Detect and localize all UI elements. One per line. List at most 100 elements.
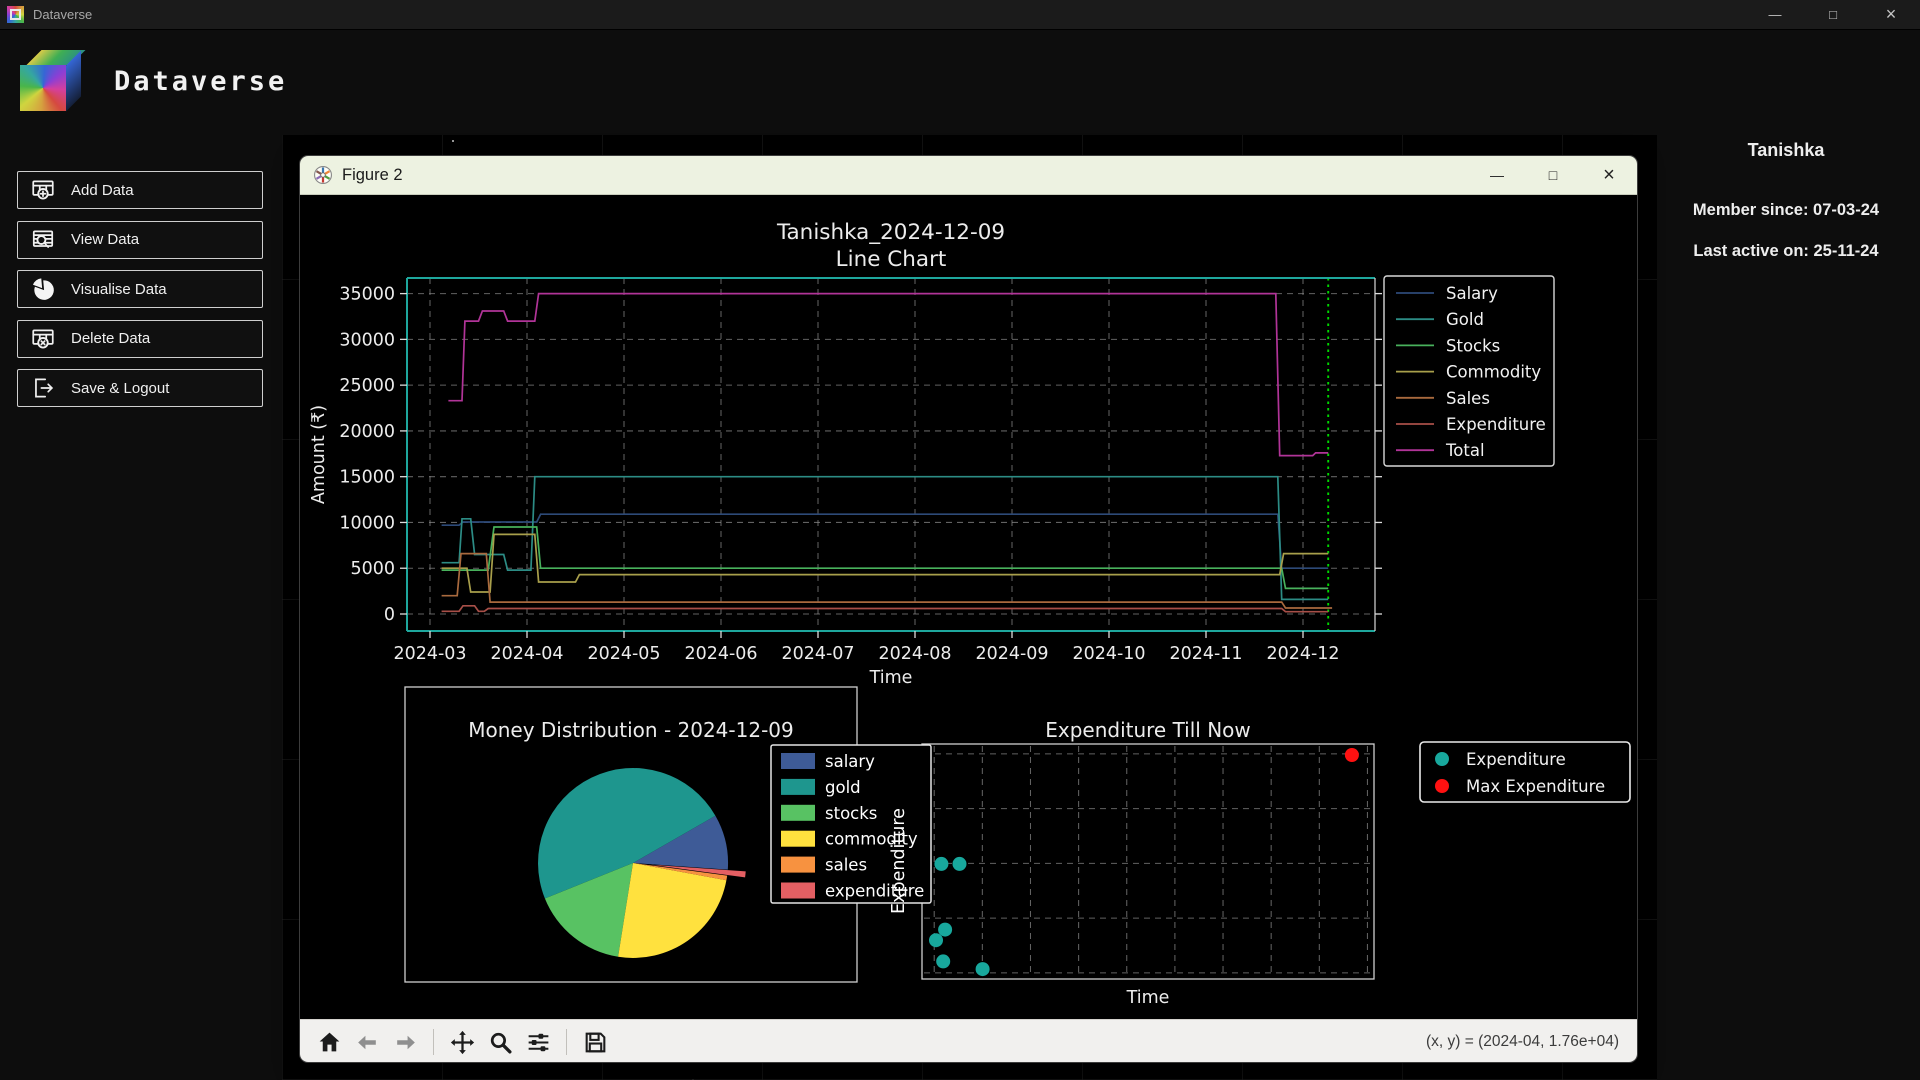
series-total bbox=[448, 294, 1328, 456]
save-logout-icon bbox=[30, 375, 56, 401]
os-maximize-button[interactable]: □ bbox=[1804, 0, 1862, 29]
y-tick-label: 5000 bbox=[350, 559, 395, 579]
figure-minimize-button[interactable]: — bbox=[1469, 156, 1525, 194]
y-tick-label: 35000 bbox=[339, 285, 395, 305]
scatter-point-expenditure bbox=[938, 923, 952, 937]
sidebar: Add Data View Data Visualise Data Delete Da… bbox=[17, 171, 263, 419]
sidebar-item-label: Delete Data bbox=[71, 330, 150, 347]
svg-text:gold: gold bbox=[825, 778, 861, 797]
os-close-button[interactable]: × bbox=[1862, 0, 1920, 29]
toolbar-zoom-button[interactable] bbox=[483, 1025, 517, 1059]
y-tick-label: 15000 bbox=[339, 468, 395, 488]
matplotlib-icon bbox=[313, 165, 333, 185]
scatter-point-max-expenditure bbox=[1345, 748, 1359, 762]
svg-text:Salary: Salary bbox=[1446, 284, 1498, 303]
toolbar-home-button[interactable] bbox=[312, 1025, 346, 1059]
line-chart-title-2: Line Chart bbox=[836, 247, 947, 272]
y-tick-label: 0 bbox=[384, 605, 395, 625]
os-minimize-button[interactable]: — bbox=[1746, 0, 1804, 29]
app-name: Dataverse bbox=[114, 66, 287, 97]
sidebar-item-label: Visualise Data bbox=[71, 281, 167, 298]
sidebar-item-delete-data[interactable]: Delete Data bbox=[17, 320, 263, 358]
scatter-point-expenditure bbox=[929, 933, 943, 947]
os-window-title: Dataverse bbox=[33, 7, 1746, 22]
y-tick-label: 25000 bbox=[339, 376, 395, 396]
sidebar-item-add-data[interactable]: Add Data bbox=[17, 171, 263, 209]
save-icon bbox=[582, 1029, 609, 1056]
toolbar-forward-button[interactable] bbox=[388, 1025, 422, 1059]
toolbar-subplots-button[interactable] bbox=[521, 1025, 555, 1059]
x-tick-label: 2024-08 bbox=[878, 644, 951, 664]
table-view-icon bbox=[30, 227, 56, 253]
zoom-icon bbox=[487, 1029, 514, 1056]
scatter-xlabel: Time bbox=[1126, 988, 1170, 1008]
toolbar-separator bbox=[566, 1029, 567, 1055]
svg-text:Total: Total bbox=[1445, 441, 1485, 460]
svg-text:Max Expenditure: Max Expenditure bbox=[1466, 777, 1605, 796]
toolbar-save-button[interactable] bbox=[578, 1025, 612, 1059]
charts-svg: 050001000015000200002500030000350002024-… bbox=[300, 195, 1637, 1019]
pie-legend-item-sales: sales bbox=[781, 856, 867, 875]
pie-title: Money Distribution - 2024-12-09 bbox=[468, 718, 794, 742]
y-tick-label: 10000 bbox=[339, 513, 395, 533]
figure-window: Figure 2 — □ × 0 5000 10000 15000 20000 25000… bbox=[300, 156, 1637, 1062]
pie-legend-item-salary: salary bbox=[781, 752, 875, 771]
scatter-point-expenditure bbox=[976, 962, 990, 976]
x-tick-label: 2024-03 bbox=[393, 644, 466, 664]
svg-text:salary: salary bbox=[825, 752, 875, 771]
series-commodity bbox=[442, 534, 1329, 592]
svg-text:Expenditure: Expenditure bbox=[1446, 415, 1546, 434]
scatter-legend: Expenditure Max Expenditure bbox=[1420, 742, 1630, 802]
toolbar-separator bbox=[433, 1029, 434, 1055]
profile-panel: Tanishka Member since: 07-03-24 Last act… bbox=[1660, 140, 1912, 283]
sidebar-item-view-data[interactable]: View Data bbox=[17, 221, 263, 259]
svg-text:Sales: Sales bbox=[1446, 389, 1490, 408]
svg-text:Expenditure: Expenditure bbox=[1466, 750, 1566, 769]
sidebar-item-save-logout[interactable]: Save & Logout bbox=[17, 369, 263, 407]
figure-toolbar: (x, y) = (2024-04, 1.76e+04) bbox=[300, 1019, 1637, 1062]
svg-text:stocks: stocks bbox=[825, 804, 877, 823]
figure-title: Figure 2 bbox=[342, 166, 1469, 185]
cursor-coordinates: (x, y) = (2024-04, 1.76e+04) bbox=[612, 1033, 1637, 1051]
svg-text:Gold: Gold bbox=[1446, 310, 1484, 329]
profile-name: Tanishka bbox=[1660, 140, 1912, 161]
series-gold bbox=[442, 477, 1329, 600]
screen: Dataverse — □ × Dataverse Add Data View D… bbox=[0, 0, 1920, 1080]
profile-last-active: Last active on: 25-11-24 bbox=[1660, 242, 1912, 261]
sidebar-item-visualise-data[interactable]: Visualise Data bbox=[17, 270, 263, 308]
x-tick-label: 2024-09 bbox=[975, 644, 1048, 664]
series-expenditure bbox=[442, 606, 1329, 612]
os-window-controls: — □ × bbox=[1746, 0, 1920, 29]
svg-text:expenditure: expenditure bbox=[825, 882, 924, 901]
toolbar-pan-button[interactable] bbox=[445, 1025, 479, 1059]
app-logo-small-icon bbox=[7, 6, 24, 23]
x-tick-label: 2024-07 bbox=[781, 644, 854, 664]
back-icon bbox=[354, 1029, 381, 1056]
home-icon bbox=[316, 1029, 343, 1056]
profile-member-since: Member since: 07-03-24 bbox=[1660, 201, 1912, 220]
line-chart-ylabel: Amount (₹) bbox=[309, 405, 329, 504]
y-tick-label: 20000 bbox=[339, 422, 395, 442]
figure-maximize-button[interactable]: □ bbox=[1525, 156, 1581, 194]
sidebar-item-label: View Data bbox=[71, 231, 139, 248]
figure-canvas[interactable]: 050001000015000200002500030000350002024-… bbox=[300, 195, 1637, 1019]
backdrop-stars bbox=[452, 140, 454, 142]
scatter-ylabel: Expenditure bbox=[889, 808, 909, 914]
table-add-icon bbox=[30, 177, 56, 203]
forward-icon bbox=[392, 1029, 419, 1056]
x-tick-label: 2024-04 bbox=[490, 644, 563, 664]
figure-close-button[interactable]: × bbox=[1581, 156, 1637, 194]
table-delete-icon bbox=[30, 326, 56, 352]
line-chart-xlabel: Time bbox=[869, 668, 913, 688]
toolbar-back-button[interactable] bbox=[350, 1025, 384, 1059]
os-titlebar: Dataverse — □ × bbox=[0, 0, 1920, 30]
figure-titlebar[interactable]: Figure 2 — □ × bbox=[300, 156, 1637, 195]
svg-text:Stocks: Stocks bbox=[1446, 336, 1500, 355]
app-logo bbox=[20, 48, 86, 114]
x-tick-label: 2024-10 bbox=[1072, 644, 1145, 664]
toolbar-buttons bbox=[312, 1025, 612, 1059]
line-chart-legend: SalaryGoldStocksCommoditySalesExpenditur… bbox=[1384, 276, 1554, 466]
pie-legend-item-stocks: stocks bbox=[781, 804, 877, 823]
x-tick-label: 2024-12 bbox=[1266, 644, 1339, 664]
line-chart-title-1: Tanishka_2024-12-09 bbox=[776, 220, 1005, 245]
